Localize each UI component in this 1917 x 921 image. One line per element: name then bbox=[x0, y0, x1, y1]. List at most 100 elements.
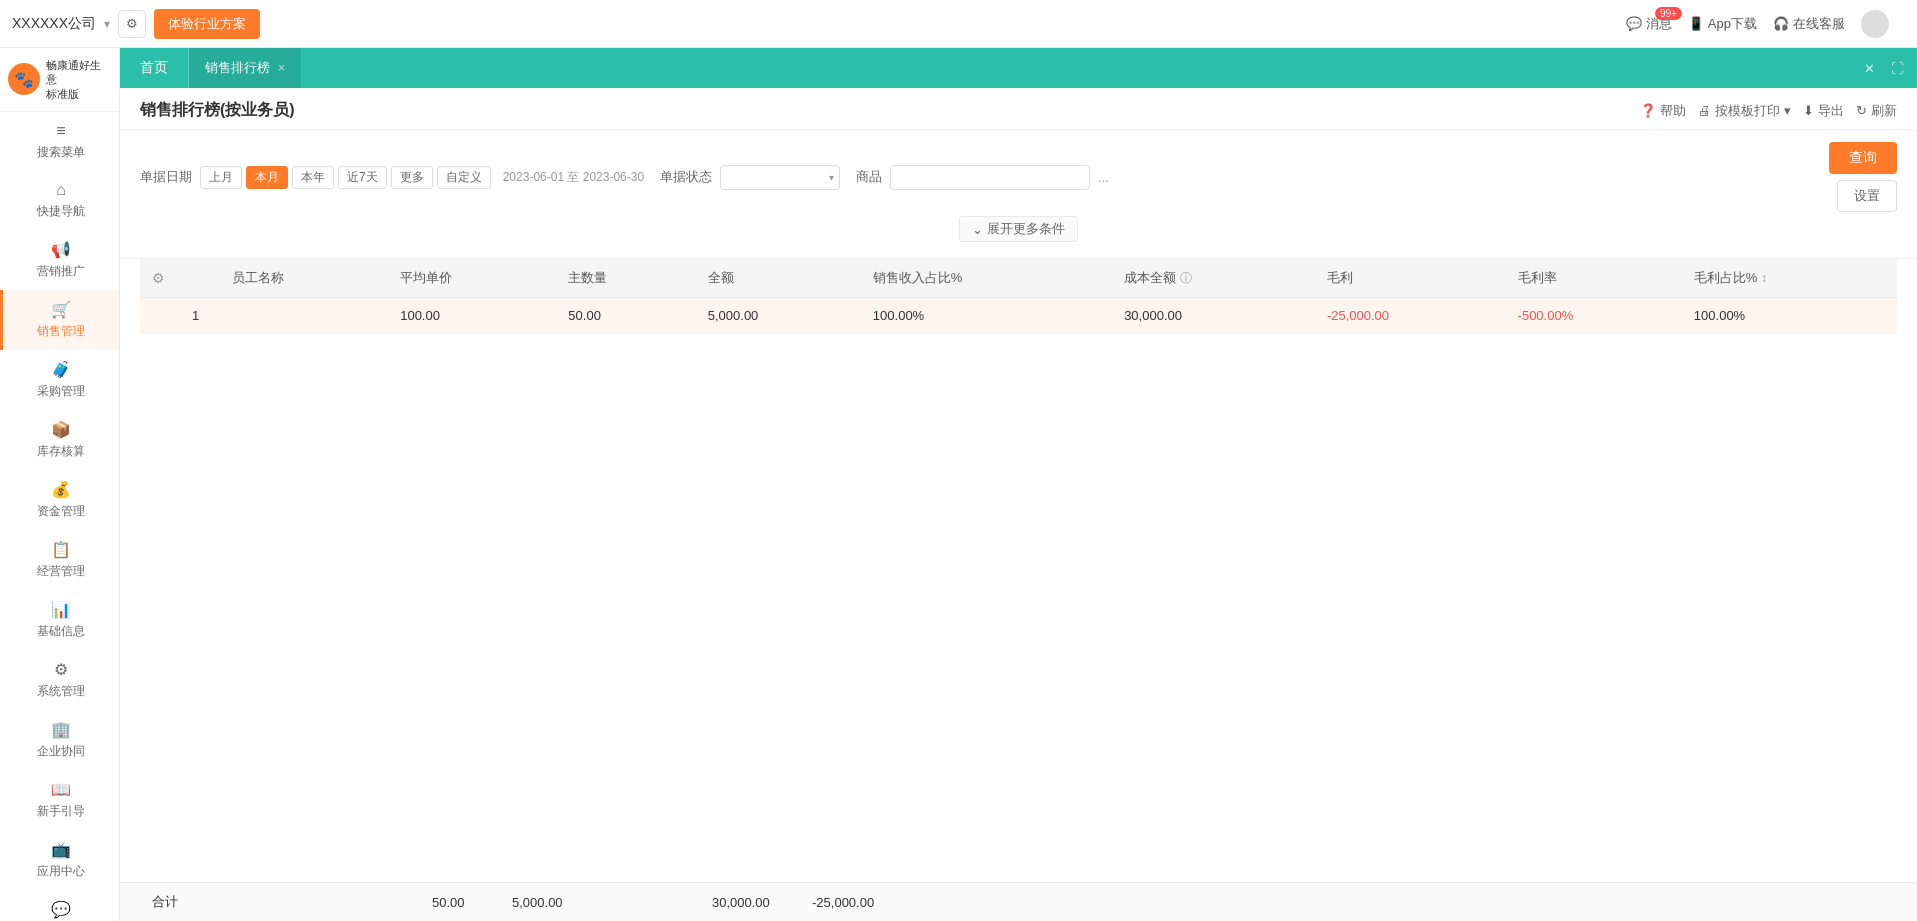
close-window-icon[interactable]: ✕ bbox=[1857, 56, 1881, 80]
sidebar-item-weixin[interactable]: 💬 企业微信 bbox=[0, 890, 119, 921]
col-main-qty: 主数量 bbox=[556, 259, 695, 298]
sidebar-item-guide[interactable]: 📖 新手引导 bbox=[0, 770, 119, 830]
sidebar-label: 采购管理 bbox=[37, 383, 85, 400]
col-total: 全额 bbox=[696, 259, 861, 298]
sidebar-item-search-order[interactable]: ≡ 搜索菜单 bbox=[0, 112, 119, 171]
date-filter: 单据日期 上月 本月 本年 近7天 更多 自定义 2023-06-01 至 20… bbox=[140, 166, 644, 189]
set-button[interactable]: 设置 bbox=[1837, 180, 1897, 212]
col-gross-ratio: 毛利占比% ↕ bbox=[1682, 259, 1897, 298]
sidebar-item-quick-nav[interactable]: ⌂ 快捷导航 bbox=[0, 171, 119, 230]
avatar[interactable] bbox=[1861, 10, 1889, 38]
help-button[interactable]: ❓ 帮助 bbox=[1640, 102, 1686, 120]
help-label: 帮助 bbox=[1660, 102, 1686, 120]
footer-cost-total: 30,000.00 bbox=[712, 895, 812, 910]
logo-text: 畅康通好生意 标准版 bbox=[46, 58, 111, 101]
row-sales-ratio-cell: 100.00% bbox=[861, 298, 1112, 334]
header-actions: ❓ 帮助 🖨 按模板打印 ▾ ⬇ 导出 ↻ 刷新 bbox=[1640, 102, 1897, 120]
column-settings-icon[interactable]: ⚙ bbox=[152, 270, 165, 286]
col-gross: 毛利 bbox=[1315, 259, 1506, 298]
content-area: 首页 销售排行榜 × ✕ ⛶ 销售排行榜(按业务员) ❓ 帮助 bbox=[120, 48, 1917, 921]
sidebar-item-finance[interactable]: 💰 资金管理 bbox=[0, 470, 119, 530]
app-center-icon: 📺 bbox=[51, 840, 71, 859]
date-btn-last-month[interactable]: 上月 bbox=[200, 166, 242, 189]
date-filter-label: 单据日期 bbox=[140, 168, 192, 186]
table-wrapper: ⚙ 员工名称 平均单价 主数量 全额 销售收入占比% 成本全额 ⓘ bbox=[120, 259, 1917, 882]
export-label: 导出 bbox=[1818, 102, 1844, 120]
row-main-qty-cell: 50.00 bbox=[556, 298, 695, 334]
status-select[interactable] bbox=[720, 165, 840, 190]
cost-info-icon[interactable]: ⓘ bbox=[1180, 271, 1192, 285]
sidebar-label: 资金管理 bbox=[37, 503, 85, 520]
trial-button[interactable]: 体验行业方案 bbox=[154, 9, 260, 39]
sidebar-item-inventory[interactable]: 📦 库存核算 bbox=[0, 410, 119, 470]
print-dropdown-icon[interactable]: ▾ bbox=[1784, 103, 1791, 118]
sidebar-item-system[interactable]: ⚙ 系统管理 bbox=[0, 650, 119, 710]
date-btn-7days[interactable]: 近7天 bbox=[338, 166, 387, 189]
data-table: ⚙ 员工名称 平均单价 主数量 全额 销售收入占比% 成本全额 ⓘ bbox=[140, 259, 1897, 334]
tab-sales-ranking[interactable]: 销售排行榜 × bbox=[189, 48, 302, 88]
date-btn-this-year[interactable]: 本年 bbox=[292, 166, 334, 189]
date-btn-more[interactable]: 更多 bbox=[391, 166, 433, 189]
search-icon: ≡ bbox=[56, 122, 65, 140]
date-btn-custom[interactable]: 自定义 bbox=[437, 166, 491, 189]
sidebar-label: 经营管理 bbox=[37, 563, 85, 580]
sidebar-label: 基础信息 bbox=[37, 623, 85, 640]
goods-input[interactable] bbox=[890, 165, 1090, 190]
date-btn-this-month[interactable]: 本月 bbox=[246, 166, 288, 189]
online-service-button[interactable]: 🎧 在线客服 bbox=[1773, 15, 1845, 33]
row-num-cell: 1 bbox=[180, 298, 220, 334]
sidebar-label: 营销推广 bbox=[37, 263, 85, 280]
online-service-label: 在线客服 bbox=[1793, 15, 1845, 33]
col-employee: 员工名称 bbox=[220, 259, 388, 298]
tab-close-icon[interactable]: × bbox=[278, 61, 285, 75]
footer-label: 合计 bbox=[152, 893, 352, 911]
chevron-down-icon: ⌄ bbox=[972, 222, 983, 237]
fullscreen-icon[interactable]: ⛶ bbox=[1885, 56, 1909, 80]
message-button[interactable]: 💬 消息 99+ bbox=[1626, 15, 1672, 33]
export-button[interactable]: ⬇ 导出 bbox=[1803, 102, 1844, 120]
sidebar-item-marketing[interactable]: 📢 营销推广 bbox=[0, 230, 119, 290]
filter-area: 单据日期 上月 本月 本年 近7天 更多 自定义 2023-06-01 至 20… bbox=[120, 130, 1917, 259]
row-total-cell: 5,000.00 bbox=[696, 298, 861, 334]
goods-more-icon[interactable]: ... bbox=[1098, 170, 1109, 185]
tab-bar: 首页 销售排行榜 × ✕ ⛶ bbox=[120, 48, 1917, 88]
tab-label: 销售排行榜 bbox=[205, 59, 270, 77]
col-gross-rate: 毛利率 bbox=[1506, 259, 1682, 298]
refresh-icon: ↻ bbox=[1856, 103, 1867, 118]
footer-total: 5,000.00 bbox=[512, 895, 612, 910]
main-layout: 🐾 畅康通好生意 标准版 ≡ 搜索菜单 ⌂ 快捷导航 📢 营销推广 🛒 销售管理… bbox=[0, 48, 1917, 921]
page-header: 销售排行榜(按业务员) ❓ 帮助 🖨 按模板打印 ▾ ⬇ 导出 bbox=[120, 88, 1917, 130]
status-filter: 单据状态 ▾ bbox=[660, 165, 840, 190]
sidebar-label: 销售管理 bbox=[37, 323, 85, 340]
row-settings-cell bbox=[140, 298, 180, 334]
sidebar-item-sales[interactable]: 🛒 销售管理 bbox=[0, 290, 119, 350]
tab-home[interactable]: 首页 bbox=[120, 48, 189, 88]
query-button[interactable]: 查询 bbox=[1829, 142, 1897, 174]
print-button[interactable]: 🖨 按模板打印 ▾ bbox=[1698, 102, 1791, 120]
col-cost-total: 成本全额 ⓘ bbox=[1112, 259, 1315, 298]
sidebar-item-basic-info[interactable]: 📊 基础信息 bbox=[0, 590, 119, 650]
refresh-button[interactable]: ↻ 刷新 bbox=[1856, 102, 1897, 120]
col-settings: ⚙ bbox=[140, 259, 180, 298]
table-body: 1 100.00 50.00 5,000.00 100.00% 30,000.0… bbox=[140, 298, 1897, 334]
sidebar-item-purchase[interactable]: 🧳 采购管理 bbox=[0, 350, 119, 410]
settings-icon[interactable]: ⚙ bbox=[118, 10, 146, 38]
company-dropdown-icon[interactable]: ▾ bbox=[104, 17, 110, 31]
sidebar-item-app-center[interactable]: 📺 应用中心 bbox=[0, 830, 119, 890]
gross-ratio-info-icon[interactable]: ↕ bbox=[1761, 271, 1767, 285]
row-gross-rate-cell: -500.00% bbox=[1506, 298, 1682, 334]
row-gross-cell: -25,000.00 bbox=[1315, 298, 1506, 334]
table-header-row: ⚙ 员工名称 平均单价 主数量 全额 销售收入占比% 成本全额 ⓘ bbox=[140, 259, 1897, 298]
sidebar-label: 搜索菜单 bbox=[37, 144, 85, 161]
date-filter-buttons: 上月 本月 本年 近7天 更多 自定义 bbox=[200, 166, 491, 189]
logo-icon: 🐾 bbox=[8, 63, 40, 95]
app-download-button[interactable]: 📱 App下载 bbox=[1688, 15, 1757, 33]
marketing-icon: 📢 bbox=[51, 240, 71, 259]
phone-icon: 📱 bbox=[1688, 16, 1704, 31]
sidebar-item-operations[interactable]: 📋 经营管理 bbox=[0, 530, 119, 590]
weixin-icon: 💬 bbox=[51, 900, 71, 919]
sidebar-item-enterprise[interactable]: 🏢 企业协同 bbox=[0, 710, 119, 770]
guide-icon: 📖 bbox=[51, 780, 71, 799]
message-icon: 💬 bbox=[1626, 16, 1642, 31]
expand-button[interactable]: ⌄ 展开更多条件 bbox=[959, 216, 1078, 242]
